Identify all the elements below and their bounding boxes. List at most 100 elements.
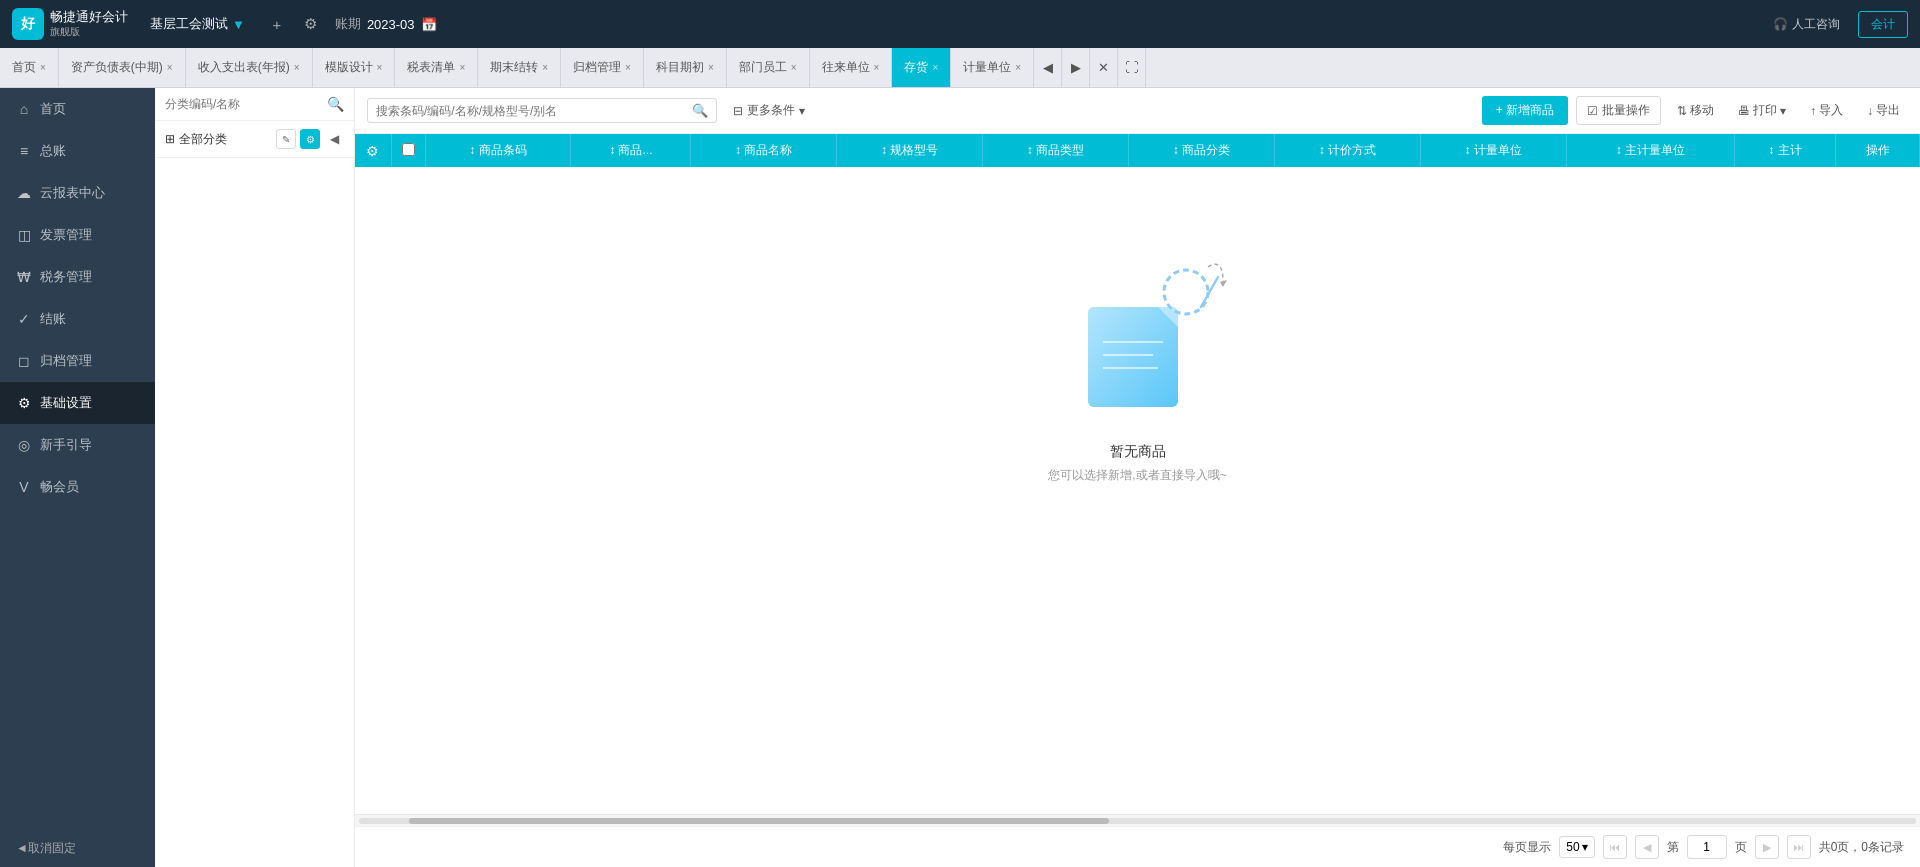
- search-submit-icon[interactable]: 🔍: [692, 103, 708, 118]
- pagination-bar: 每页显示 50 ▾ ⏮ ◀ 第 页 ▶ ⏭ 共0页，0条记录: [355, 826, 1920, 867]
- export-button[interactable]: ↓ 导出: [1859, 97, 1908, 124]
- tab-unit[interactable]: 计量单位 ×: [951, 48, 1034, 88]
- search-bar[interactable]: 🔍: [367, 98, 717, 123]
- th-code-label: ↕ 商品...: [609, 142, 652, 159]
- sidebar-item-member[interactable]: V 畅会员: [0, 466, 155, 508]
- page-first-button[interactable]: ⏮: [1603, 835, 1627, 859]
- tab-tax-close[interactable]: ×: [459, 62, 465, 73]
- tab-subject[interactable]: 科目期初 ×: [644, 48, 727, 88]
- tab-scroll-right[interactable]: ▶: [1062, 48, 1090, 88]
- tab-expand[interactable]: ⛶: [1118, 48, 1146, 88]
- sidebar-label-ledger: 总账: [40, 142, 66, 160]
- print-label: 打印: [1753, 102, 1777, 119]
- edit-category-button[interactable]: ✎: [276, 129, 296, 149]
- tab-period-end[interactable]: 期末结转 ×: [478, 48, 561, 88]
- tab-inventory[interactable]: 存货 ×: [892, 48, 951, 88]
- sidebar-item-reports[interactable]: ☁ 云报表中心: [0, 172, 155, 214]
- tab-income[interactable]: 收入支出表(年报) ×: [186, 48, 313, 88]
- tab-scroll-left[interactable]: ◀: [1034, 48, 1062, 88]
- move-icon: ⇅: [1677, 104, 1687, 118]
- page-prev-button[interactable]: ◀: [1635, 835, 1659, 859]
- page-next-button[interactable]: ▶: [1755, 835, 1779, 859]
- batch-operation-button[interactable]: ☑ 批量操作: [1576, 96, 1661, 125]
- tab-close-all[interactable]: ✕: [1090, 48, 1118, 88]
- th-barcode[interactable]: ↕ 商品条码: [425, 134, 571, 167]
- scroll-thumb[interactable]: [409, 818, 1109, 824]
- period-label: 账期: [335, 15, 361, 33]
- filter-icon: ⊟: [733, 104, 743, 118]
- th-spec-label: ↕ 规格型号: [881, 142, 938, 159]
- sidebar-item-guide[interactable]: ◎ 新手引导: [0, 424, 155, 466]
- th-unit[interactable]: ↕ 计量单位: [1420, 134, 1566, 167]
- headset-icon: 🎧: [1773, 17, 1788, 31]
- tab-home-close[interactable]: ×: [40, 62, 46, 73]
- tab-period-end-close[interactable]: ×: [542, 62, 548, 73]
- tab-unit-close[interactable]: ×: [1015, 62, 1021, 73]
- tab-unit-label: 计量单位: [963, 59, 1011, 76]
- sidebar-item-close[interactable]: ✓ 结账: [0, 298, 155, 340]
- sidebar-item-basic[interactable]: ⚙ 基础设置: [0, 382, 155, 424]
- tab-assets-close[interactable]: ×: [167, 62, 173, 73]
- th-price-method[interactable]: ↕ 计价方式: [1274, 134, 1420, 167]
- svg-rect-1: [1088, 307, 1178, 407]
- th-checkbox[interactable]: [391, 134, 425, 167]
- tab-subject-close[interactable]: ×: [708, 62, 714, 73]
- account-button[interactable]: 会计: [1858, 11, 1908, 38]
- tab-dept[interactable]: 部门员工 ×: [727, 48, 810, 88]
- tab-template[interactable]: 模版设计 ×: [313, 48, 396, 88]
- th-main-count[interactable]: ↕ 主计: [1734, 134, 1835, 167]
- column-settings-icon[interactable]: ⚙: [366, 143, 379, 159]
- tab-inventory-close[interactable]: ×: [932, 62, 938, 73]
- tab-customer-close[interactable]: ×: [874, 62, 880, 73]
- import-button[interactable]: ↑ 导入: [1802, 97, 1851, 124]
- category-search-input[interactable]: [165, 97, 323, 111]
- tab-customer[interactable]: 往来单位 ×: [810, 48, 893, 88]
- th-type[interactable]: ↕ 商品类型: [983, 134, 1129, 167]
- consult-button[interactable]: 🎧 人工咨询: [1765, 12, 1848, 37]
- th-spec[interactable]: ↕ 规格型号: [837, 134, 983, 167]
- sidebar-item-tax[interactable]: ₩ 税务管理: [0, 256, 155, 298]
- select-all-checkbox[interactable]: [402, 143, 415, 156]
- tab-template-close[interactable]: ×: [377, 62, 383, 73]
- sidebar-item-archive[interactable]: ◻ 归档管理: [0, 340, 155, 382]
- sidebar-item-invoice[interactable]: ◫ 发票管理: [0, 214, 155, 256]
- tab-home[interactable]: 首页 ×: [0, 48, 59, 88]
- tab-archive-close[interactable]: ×: [625, 62, 631, 73]
- more-conditions-button[interactable]: ⊟ 更多条件 ▾: [725, 98, 813, 123]
- category-settings-button[interactable]: ⚙: [300, 129, 320, 149]
- tab-bar: 首页 × 资产负债表(中期) × 收入支出表(年报) × 模版设计 × 税表清单…: [0, 48, 1920, 88]
- tab-income-close[interactable]: ×: [294, 62, 300, 73]
- tab-dept-close[interactable]: ×: [791, 62, 797, 73]
- collapse-panel-button[interactable]: ◀: [324, 129, 344, 149]
- cancel-fixed-button[interactable]: ◄取消固定: [0, 830, 155, 867]
- settings-header-button[interactable]: ⚙: [297, 10, 325, 38]
- page-number-input[interactable]: [1687, 835, 1727, 859]
- th-main-unit[interactable]: ↕ 主计量单位: [1566, 134, 1734, 167]
- sidebar-item-home[interactable]: ⌂ 首页: [0, 88, 155, 130]
- add-tab-button[interactable]: +: [263, 10, 291, 38]
- move-button[interactable]: ⇅ 移动: [1669, 97, 1722, 124]
- sidebar-item-ledger[interactable]: ≡ 总账: [0, 130, 155, 172]
- tab-archive[interactable]: 归档管理 ×: [561, 48, 644, 88]
- company-selector[interactable]: 基层工会测试 ▼: [142, 11, 253, 37]
- th-category[interactable]: ↕ 商品分类: [1128, 134, 1274, 167]
- tab-income-label: 收入支出表(年报): [198, 59, 290, 76]
- th-settings[interactable]: ⚙: [355, 134, 391, 167]
- print-icon: 🖶: [1738, 104, 1750, 118]
- export-icon: ↓: [1867, 104, 1873, 118]
- th-name[interactable]: ↕ 商品名称: [691, 134, 837, 167]
- product-search-input[interactable]: [376, 104, 688, 118]
- app-sub: 旗舰版: [50, 25, 128, 39]
- th-code[interactable]: ↕ 商品...: [571, 134, 691, 167]
- horizontal-scrollbar[interactable]: [355, 814, 1920, 826]
- per-page-select[interactable]: 50 ▾: [1559, 836, 1594, 858]
- page-last-button[interactable]: ⏭: [1787, 835, 1811, 859]
- calendar-icon[interactable]: 📅: [421, 17, 437, 32]
- tab-assets[interactable]: 资产负债表(中期) ×: [59, 48, 186, 88]
- add-product-button[interactable]: + 新增商品: [1482, 96, 1568, 125]
- move-label: 移动: [1690, 102, 1714, 119]
- tab-tax[interactable]: 税表清单 ×: [395, 48, 478, 88]
- print-button[interactable]: 🖶 打印 ▾: [1730, 97, 1794, 124]
- main-layout: ⌂ 首页 ≡ 总账 ☁ 云报表中心 ◫ 发票管理 ₩ 税务管理 ✓ 结账 ◻ 归…: [0, 88, 1920, 867]
- category-search-icon[interactable]: 🔍: [327, 96, 344, 112]
